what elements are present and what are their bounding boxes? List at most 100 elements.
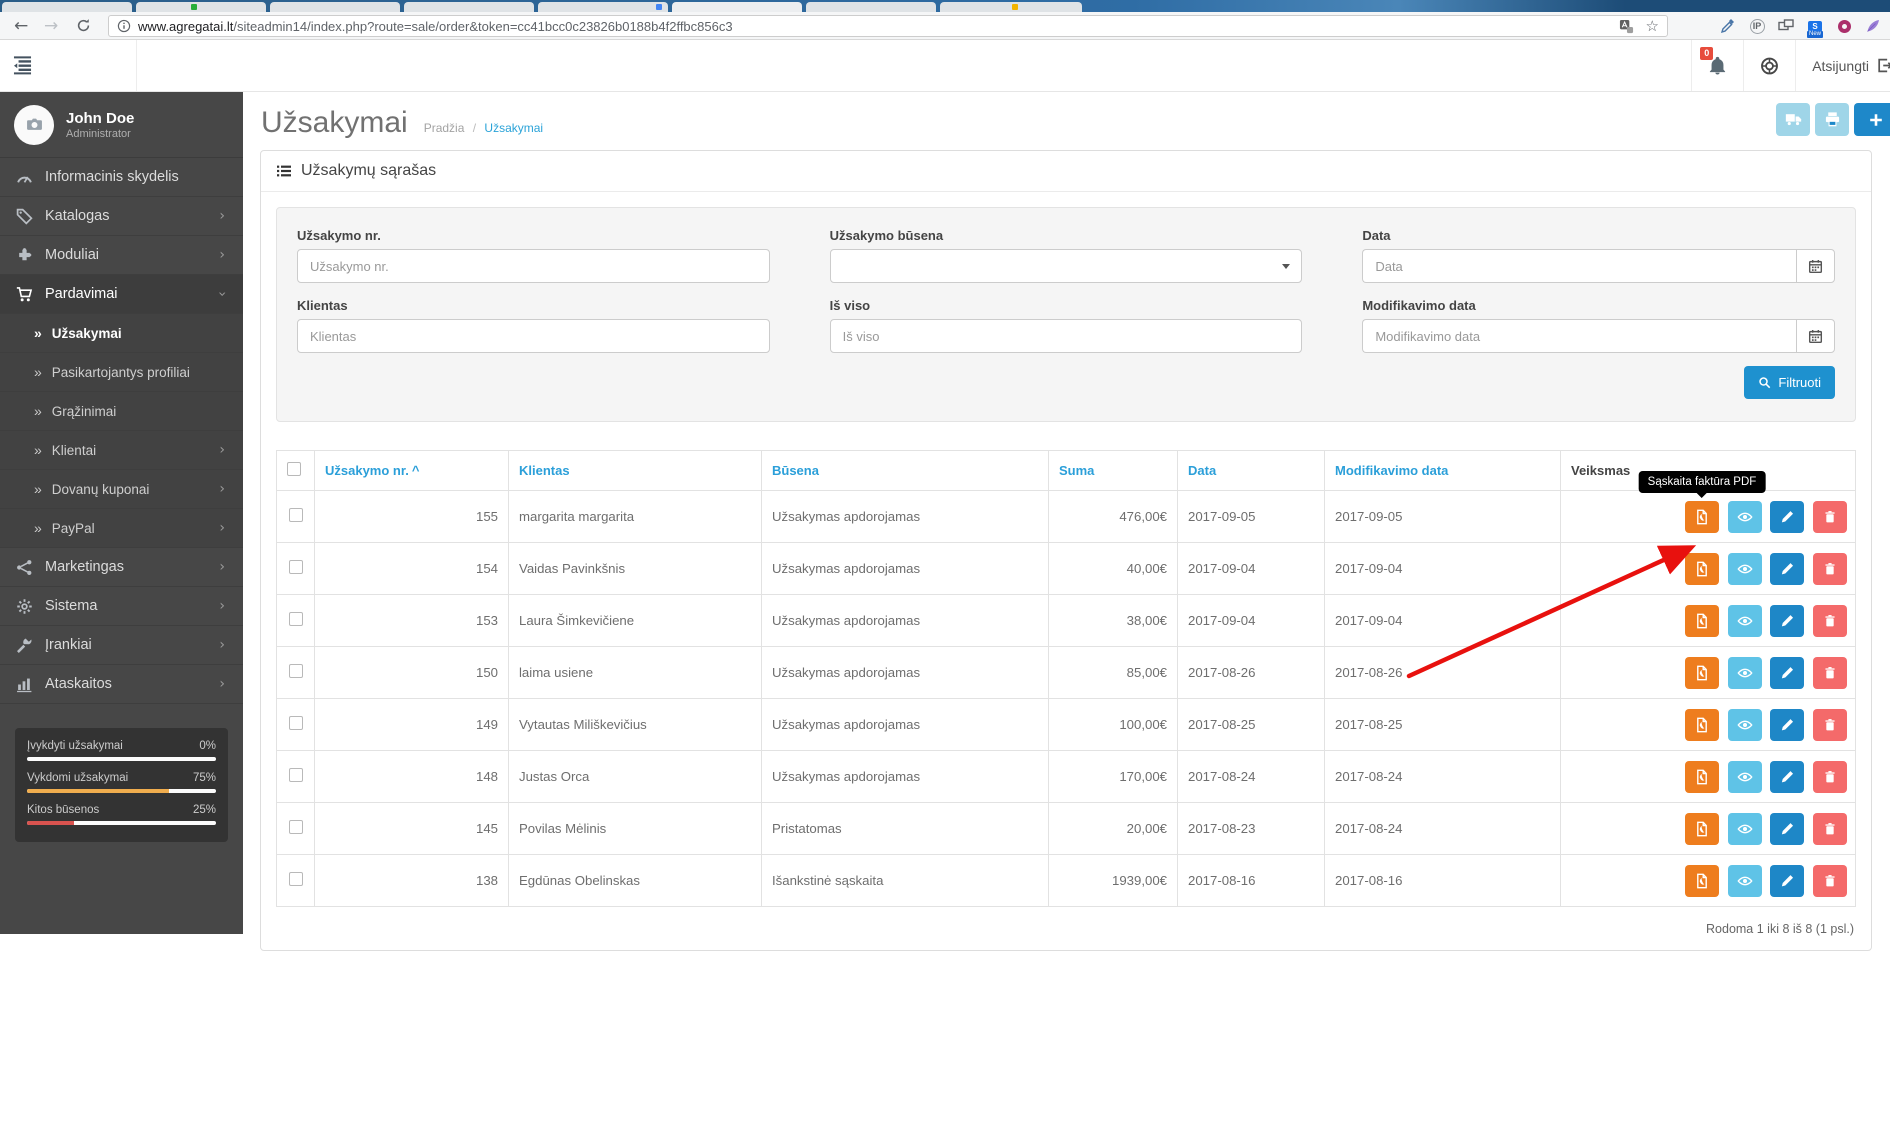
- sidebar-subitem-customers[interactable]: » Klientai ›: [0, 431, 243, 470]
- edit-order-button[interactable]: [1770, 552, 1805, 585]
- column-header-total[interactable]: Suma: [1048, 450, 1178, 491]
- page-info-icon[interactable]: [117, 19, 131, 33]
- browser-tab[interactable]: [2, 2, 132, 12]
- invoice-pdf-button[interactable]: [1684, 656, 1719, 689]
- order-nr-input[interactable]: [297, 249, 770, 283]
- customer-input[interactable]: [297, 319, 770, 353]
- sidebar-item-reports[interactable]: Ataskaitos ›: [0, 665, 243, 704]
- avatar[interactable]: [14, 104, 54, 145]
- column-header-order-nr[interactable]: Užsakymo nr. ^: [314, 450, 509, 491]
- delete-order-button[interactable]: [1813, 708, 1847, 741]
- browser-tab[interactable]: [940, 2, 1082, 12]
- order-status-select[interactable]: [829, 249, 1303, 283]
- feather-extension-icon[interactable]: [1864, 17, 1882, 35]
- modified-date-input[interactable]: [1362, 319, 1797, 353]
- sidebar-subitem-returns[interactable]: » Grąžinimai: [0, 392, 243, 431]
- row-checkbox[interactable]: [288, 872, 303, 886]
- column-header-customer[interactable]: Klientas: [508, 450, 762, 491]
- shutter-extension-icon[interactable]: [1835, 17, 1853, 35]
- s-new-extension-icon[interactable]: S New: [1806, 17, 1824, 38]
- row-checkbox[interactable]: [288, 560, 303, 574]
- eyedropper-extension-icon[interactable]: [1719, 17, 1737, 35]
- sidebar-subitem-recurring-profiles[interactable]: » Pasikartojantys profiliai: [0, 353, 243, 392]
- sidebar-toggle-button[interactable]: [12, 55, 33, 81]
- sidebar-item-catalog[interactable]: Katalogas ›: [0, 197, 243, 236]
- print-invoice-button[interactable]: [1815, 103, 1849, 136]
- notifications-button[interactable]: 0: [1691, 40, 1743, 91]
- add-order-button[interactable]: [1854, 103, 1890, 136]
- invoice-pdf-button[interactable]: [1684, 812, 1719, 845]
- breadcrumb-home-link[interactable]: Pradžia: [424, 121, 465, 135]
- shipping-list-button[interactable]: [1776, 103, 1810, 136]
- column-header-date[interactable]: Data: [1177, 450, 1325, 491]
- view-order-button[interactable]: [1727, 656, 1762, 689]
- row-checkbox[interactable]: [288, 716, 303, 730]
- sidebar-item-sales[interactable]: Pardavimai ›: [0, 275, 243, 314]
- sidebar-item-system[interactable]: Sistema ›: [0, 587, 243, 626]
- edit-order-button[interactable]: [1770, 500, 1805, 533]
- row-checkbox[interactable]: [288, 508, 303, 522]
- view-order-button[interactable]: [1727, 500, 1762, 533]
- browser-tab[interactable]: [404, 2, 534, 12]
- address-bar[interactable]: www.agregatai.lt/siteadmin14/index.php?r…: [108, 15, 1668, 37]
- view-order-button[interactable]: [1727, 552, 1762, 585]
- breadcrumb-current-link[interactable]: Užsakymai: [484, 121, 543, 135]
- filter-button[interactable]: Filtruoti: [1744, 366, 1835, 399]
- date-picker-button[interactable]: [1796, 319, 1835, 353]
- view-order-button[interactable]: [1727, 812, 1762, 845]
- invoice-pdf-button[interactable]: Sąskaita faktūra PDF: [1638, 470, 1766, 533]
- row-checkbox[interactable]: [288, 664, 303, 678]
- forward-icon[interactable]: →: [44, 12, 58, 40]
- delete-order-button[interactable]: [1813, 656, 1847, 689]
- browser-tab[interactable]: [270, 2, 400, 12]
- ip-extension-icon[interactable]: IP: [1748, 17, 1766, 35]
- sidebar-item-modules[interactable]: Moduliai ›: [0, 236, 243, 275]
- delete-order-button[interactable]: [1813, 760, 1847, 793]
- invoice-pdf-button[interactable]: [1684, 552, 1719, 585]
- back-icon[interactable]: ←: [14, 12, 28, 40]
- view-order-button[interactable]: [1727, 864, 1762, 897]
- sidebar-item-tools[interactable]: Įrankiai ›: [0, 626, 243, 665]
- invoice-pdf-button[interactable]: [1684, 864, 1719, 897]
- delete-order-button[interactable]: [1813, 864, 1847, 897]
- browser-tab[interactable]: [538, 2, 668, 12]
- sidebar-subitem-orders[interactable]: » Užsakymai: [0, 314, 243, 353]
- invoice-pdf-button[interactable]: [1684, 708, 1719, 741]
- view-order-button[interactable]: [1727, 708, 1762, 741]
- sidebar-subitem-paypal[interactable]: » PayPal ›: [0, 509, 243, 548]
- edit-order-button[interactable]: [1770, 760, 1805, 793]
- delete-order-button[interactable]: [1813, 552, 1847, 585]
- edit-order-button[interactable]: [1770, 656, 1805, 689]
- date-picker-button[interactable]: [1796, 249, 1835, 283]
- edit-order-button[interactable]: [1770, 864, 1805, 897]
- monitors-extension-icon[interactable]: [1777, 17, 1795, 35]
- row-checkbox[interactable]: [288, 612, 303, 626]
- view-order-button[interactable]: [1727, 604, 1762, 637]
- delete-order-button[interactable]: [1813, 812, 1847, 845]
- date-input[interactable]: [1362, 249, 1797, 283]
- select-all-checkbox[interactable]: [287, 462, 301, 476]
- view-order-button[interactable]: [1727, 760, 1762, 793]
- bookmark-star-icon[interactable]: ☆: [1646, 17, 1659, 35]
- sidebar-item-dashboard[interactable]: Informacinis skydelis: [0, 158, 243, 197]
- reload-icon[interactable]: [76, 18, 91, 34]
- logout-button[interactable]: Atsijungti: [1795, 40, 1890, 91]
- row-checkbox[interactable]: [288, 768, 303, 782]
- sidebar-item-marketing[interactable]: Marketingas ›: [0, 548, 243, 587]
- row-checkbox[interactable]: [288, 820, 303, 834]
- edit-order-button[interactable]: [1770, 708, 1805, 741]
- total-input[interactable]: [829, 319, 1303, 353]
- column-header-status[interactable]: Būsena: [761, 450, 1049, 491]
- column-header-modified[interactable]: Modifikavimo data: [1324, 450, 1561, 491]
- translate-icon[interactable]: [1619, 19, 1634, 34]
- delete-order-button[interactable]: [1813, 604, 1847, 637]
- browser-tab[interactable]: [806, 2, 936, 12]
- edit-order-button[interactable]: [1770, 812, 1805, 845]
- help-button[interactable]: [1743, 40, 1795, 91]
- browser-tab-active[interactable]: [672, 2, 802, 12]
- sidebar-subitem-gift-vouchers[interactable]: » Dovanų kuponai ›: [0, 470, 243, 509]
- edit-order-button[interactable]: [1770, 604, 1805, 637]
- invoice-pdf-button[interactable]: [1684, 760, 1719, 793]
- delete-order-button[interactable]: [1813, 500, 1847, 533]
- invoice-pdf-button[interactable]: [1684, 604, 1719, 637]
